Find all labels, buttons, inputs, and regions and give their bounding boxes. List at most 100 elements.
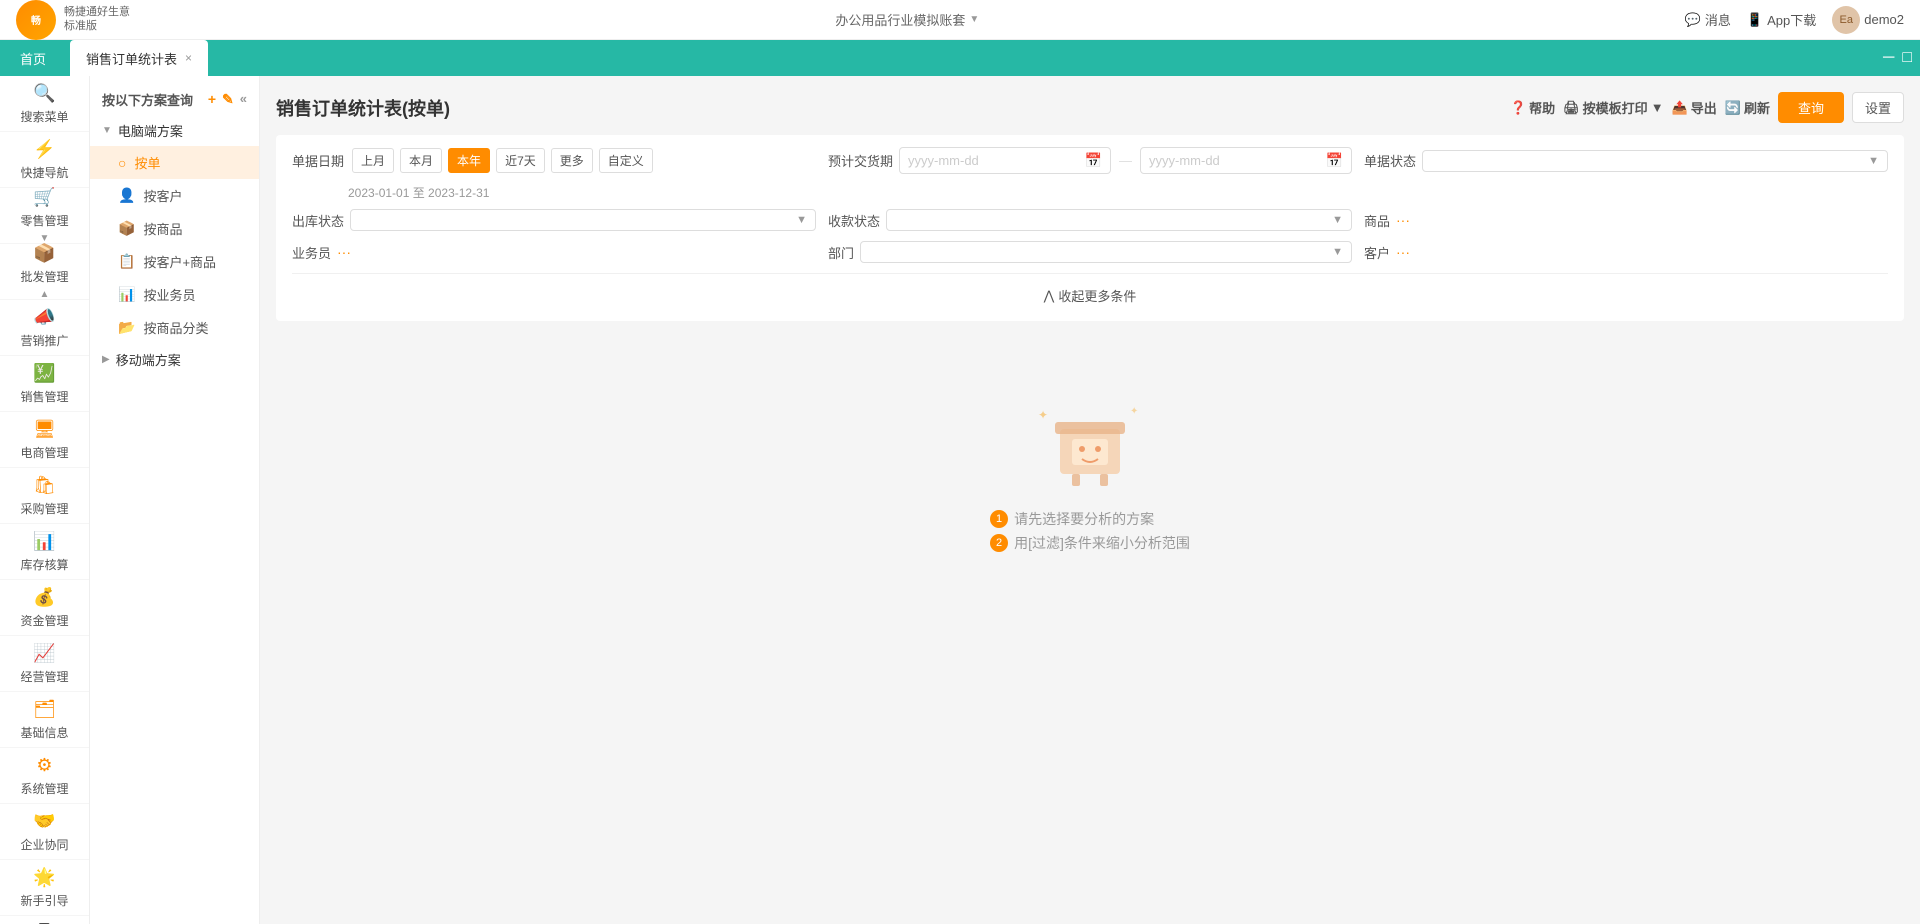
customer-label: 客户	[1364, 243, 1390, 262]
tab-sales-order-stats[interactable]: 销售订单统计表 ×	[70, 40, 208, 76]
empty-hints: 1 请先选择要分析的方案 2 用[过滤]条件来缩小分析范围	[990, 505, 1190, 557]
payment-status-label: 收款状态	[828, 211, 880, 230]
doc-status-select[interactable]: ▼	[1422, 150, 1888, 172]
newbie-icon: 🌟	[33, 867, 55, 888]
main-layout: 🔍 搜索菜单 ⚡ 快捷导航 🛒 零售管理 ▼ 📦 批发管理 ▲ 📣 营销推广 💹…	[0, 76, 1920, 924]
scheme-add-button[interactable]: +	[208, 91, 216, 108]
expected-delivery-label: 预计交货期	[828, 151, 893, 170]
tab-home[interactable]: 首页	[0, 40, 66, 76]
goods-more-icon[interactable]: ···	[1396, 212, 1410, 228]
customer-more-icon[interactable]: ···	[1396, 244, 1410, 260]
date-range-display: 2023-01-01 至 2023-12-31	[292, 184, 1888, 209]
scheme-group-pc-title[interactable]: ▼ 电脑端方案	[90, 115, 259, 146]
department-select[interactable]: ▼	[860, 241, 1352, 263]
sidebar-item-basic[interactable]: 🗂 基础信息	[0, 692, 89, 748]
app-icon: 📱	[1747, 12, 1763, 28]
scheme-edit-button[interactable]: ✎	[222, 91, 234, 108]
operations-icon: 📈	[33, 643, 55, 664]
corp-icon: 🤝	[33, 811, 55, 832]
refresh-button[interactable]: 🔄 刷新	[1725, 98, 1770, 117]
top-bar-title[interactable]: 办公用品行业模拟账套 ▼	[835, 10, 979, 29]
goods-label: 商品	[1364, 211, 1390, 230]
purchase-icon: 🛍	[33, 475, 56, 496]
content-area: 按以下方案查询 + ✎ « ▼ 电脑端方案 ○ 按单 👤 按客	[90, 76, 1920, 924]
page-title-row: 销售订单统计表(按单) ❓ 帮助 🖨 按模板打印 ▼ 📤 导出	[276, 92, 1904, 123]
inventory-icon: 📊	[33, 531, 55, 552]
sidebar-item-finance[interactable]: 💰 资金管理	[0, 580, 89, 636]
sidebar-item-wholesale[interactable]: 📦 批发管理 ▲	[0, 244, 89, 300]
date-btn-this-month[interactable]: 本月	[400, 148, 442, 173]
sidebar-item-ecommerce[interactable]: 🖥 电商管理	[0, 412, 89, 468]
sidebar-item-quick-nav[interactable]: ⚡ 快捷导航	[0, 132, 89, 188]
group-arrow-icon: ▼	[102, 125, 112, 136]
query-button[interactable]: 查询	[1778, 92, 1844, 123]
sidebar-item-operations[interactable]: 📈 经营管理	[0, 636, 89, 692]
print-dropdown-icon: ▼	[1651, 100, 1664, 115]
sidebar-item-inventory[interactable]: 📊 库存核算	[0, 524, 89, 580]
date-btn-custom[interactable]: 自定义	[599, 148, 653, 173]
scheme-item-by-cust-prod[interactable]: 📋 按客户+商品	[90, 245, 259, 278]
by-category-icon: 📂	[118, 319, 135, 336]
by-salesperson-icon: 📊	[118, 286, 135, 303]
delivery-date-end-input[interactable]	[1149, 153, 1326, 168]
settings-button[interactable]: 设置	[1852, 92, 1904, 123]
print-icon: 🖨	[1563, 100, 1580, 116]
app-download-button[interactable]: 📱 App下载	[1747, 10, 1816, 29]
mobile-group-arrow-icon: ▶	[102, 354, 110, 365]
help-icon: ❓	[1510, 100, 1526, 116]
top-bar: 畅 畅捷通好生意 标准版 办公用品行业模拟账套 ▼ 💬 消息 📱 App下载 E…	[0, 0, 1920, 40]
ship-status-select[interactable]: ▼	[350, 209, 816, 231]
scheme-item-by-product[interactable]: 📦 按商品	[90, 212, 259, 245]
main-panel: 销售订单统计表(按单) ❓ 帮助 🖨 按模板打印 ▼ 📤 导出	[260, 76, 1920, 924]
print-button[interactable]: 🖨 按模板打印 ▼	[1563, 98, 1663, 117]
date-btn-last7days[interactable]: 近7天	[496, 148, 545, 173]
sidebar-item-sales[interactable]: 💹 销售管理	[0, 356, 89, 412]
user-avatar-button[interactable]: Ea demo2	[1832, 6, 1904, 34]
delivery-date-start-input[interactable]	[908, 153, 1085, 168]
scheme-collapse-button[interactable]: «	[240, 91, 247, 108]
svg-text:✦: ✦	[1038, 408, 1048, 422]
scheme-item-by-category[interactable]: 📂 按商品分类	[90, 311, 259, 344]
message-button[interactable]: 💬 消息	[1685, 10, 1731, 29]
by-cust-prod-icon: 📋	[118, 253, 135, 270]
date-btn-this-year[interactable]: 本年	[448, 148, 490, 173]
salesperson-more-icon[interactable]: ···	[337, 244, 351, 260]
refresh-icon: 🔄	[1725, 100, 1741, 116]
sidebar-item-search-menu[interactable]: 🔍 搜索菜单	[0, 76, 89, 132]
scheme-item-by-customer[interactable]: 👤 按客户	[90, 179, 259, 212]
date-btn-more[interactable]: 更多	[551, 148, 593, 173]
empty-hint-1: 1 请先选择要分析的方案	[990, 509, 1190, 529]
payment-status-select[interactable]: ▼	[886, 209, 1352, 231]
ship-status-dropdown-icon: ▼	[796, 214, 807, 226]
date-btn-last-month[interactable]: 上月	[352, 148, 394, 173]
collapse-icon: ⋀	[1044, 288, 1055, 304]
window-minimize-icon[interactable]: ─	[1883, 49, 1894, 67]
window-maximize-icon[interactable]: □	[1902, 49, 1912, 67]
delivery-date-start-wrap[interactable]: 📅	[899, 147, 1111, 174]
sidebar-item-purchase[interactable]: 🛍 采购管理	[0, 468, 89, 524]
sidebar-item-system[interactable]: ⚙ 系统管理	[0, 748, 89, 804]
collapse-button[interactable]: ⋀ 收起更多条件	[1032, 282, 1149, 309]
sidebar-item-appstore[interactable]: 📱 应用中心	[0, 916, 89, 924]
sidebar-item-newbie[interactable]: 🌟 新手引导	[0, 860, 89, 916]
sidebar-item-corp[interactable]: 🤝 企业协同	[0, 804, 89, 860]
scheme-item-by-order[interactable]: ○ 按单	[90, 146, 259, 179]
system-icon: ⚙	[36, 755, 52, 776]
dropdown-caret-icon: ▼	[969, 14, 979, 25]
marketing-icon: 📣	[33, 307, 55, 328]
sidebar-item-retail[interactable]: 🛒 零售管理 ▼	[0, 188, 89, 244]
export-icon: 📤	[1672, 100, 1688, 116]
calendar-start-icon: 📅	[1085, 152, 1102, 169]
brand-name: 畅捷通好生意 标准版	[64, 6, 130, 32]
sidebar-item-marketing[interactable]: 📣 营销推广	[0, 300, 89, 356]
delivery-date-end-wrap[interactable]: 📅	[1140, 147, 1352, 174]
sidebar: 🔍 搜索菜单 ⚡ 快捷导航 🛒 零售管理 ▼ 📦 批发管理 ▲ 📣 营销推广 💹…	[0, 76, 90, 924]
date-separator: —	[1119, 153, 1132, 168]
salesperson-label: 业务员	[292, 243, 331, 262]
scheme-item-by-salesperson[interactable]: 📊 按业务员	[90, 278, 259, 311]
tab-close-icon[interactable]: ×	[185, 51, 192, 65]
scheme-group-pc: ▼ 电脑端方案 ○ 按单 👤 按客户 📦 按商品 📋 按客户+商品	[90, 115, 259, 344]
export-button[interactable]: 📤 导出	[1672, 98, 1717, 117]
help-button[interactable]: ❓ 帮助	[1510, 98, 1555, 117]
scheme-group-mobile-title[interactable]: ▶ 移动端方案	[90, 344, 259, 375]
